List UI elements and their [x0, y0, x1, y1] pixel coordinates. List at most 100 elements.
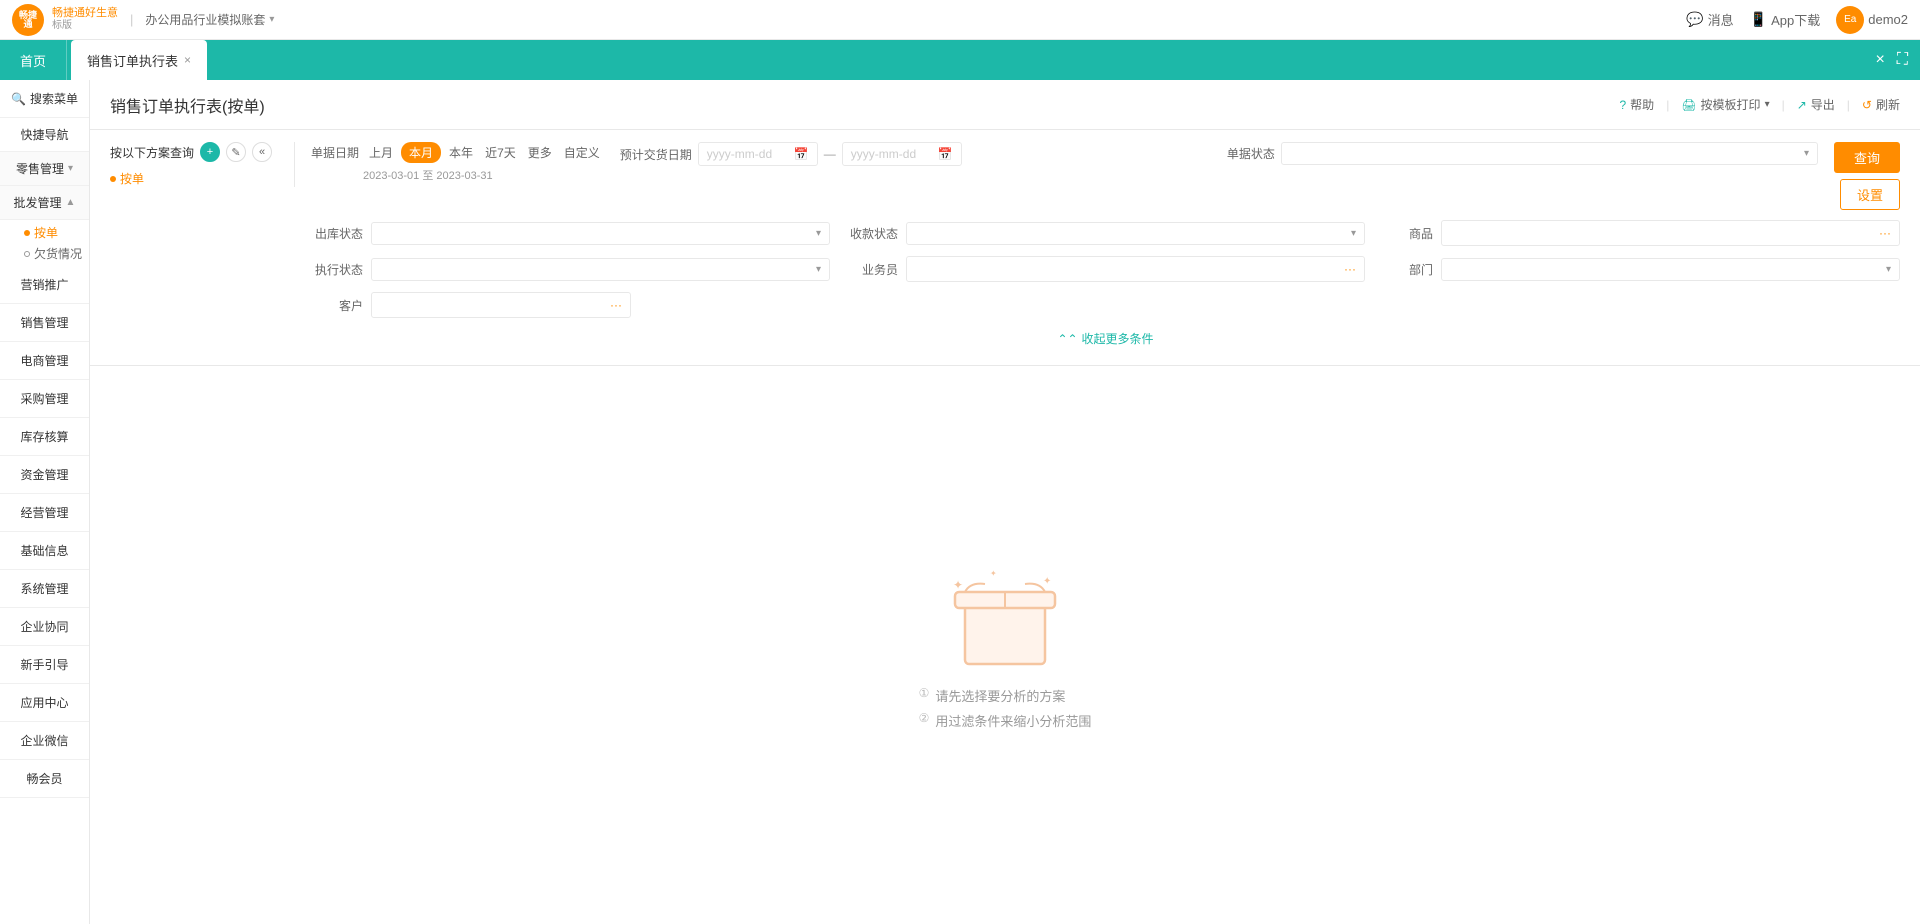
search-icon: 🔍: [11, 92, 26, 106]
print-icon: 🖨: [1681, 98, 1696, 112]
refresh-button[interactable]: ↺ 刷新: [1862, 96, 1900, 113]
hint1-num: ①: [919, 686, 930, 700]
sidebar-item-电商管理[interactable]: 电商管理: [0, 342, 89, 380]
scheme-header: 按以下方案查询 + ✎ «: [110, 142, 282, 162]
date-tab-本月[interactable]: 本月: [401, 142, 441, 163]
empty-hint-1: ① 请先选择要分析的方案: [919, 686, 1092, 705]
sidebar-item-基础信息[interactable]: 基础信息: [0, 532, 89, 570]
empty-illustration: ✦ ✦ ✦: [935, 554, 1075, 674]
receive-status-field: 收款状态 ▾: [846, 222, 1365, 245]
sidebar-item-采购管理[interactable]: 采购管理: [0, 380, 89, 418]
app-download-button[interactable]: 📱 App下载: [1750, 10, 1821, 29]
empty-state: ✦ ✦ ✦ ① 请先选择要分析的方案 ② 用过滤条件来缩小分析范围: [90, 366, 1920, 924]
expand-icon: ▲: [66, 197, 76, 208]
goods-input[interactable]: ···: [1441, 220, 1900, 246]
sidebar: 🔍 搜索菜单 快捷导航 零售管理 ▾ 批发管理 ▲ 按单 欠货情况 营: [0, 80, 90, 924]
help-icon: ?: [1619, 98, 1626, 112]
window-close-icon[interactable]: ×: [1875, 51, 1884, 69]
sidebar-retail-mgmt[interactable]: 零售管理 ▾: [0, 152, 89, 186]
date-filter-header: 单据日期 上月 本月 本年 近7天 更多 自定义: [311, 142, 604, 163]
top-bar-left: 畅捷通 畅捷通好生意 标版 | 办公用品行业模拟账套 ▾: [12, 4, 274, 36]
date-tab-上月[interactable]: 上月: [365, 142, 397, 163]
sidebar-item-经营管理[interactable]: 经营管理: [0, 494, 89, 532]
expected-date-end[interactable]: yyyy-mm-dd 📅: [842, 142, 962, 166]
dept-arrow-icon: ▾: [1886, 264, 1891, 275]
dept-select[interactable]: ▾: [1441, 258, 1900, 281]
edit-scheme-button[interactable]: ✎: [226, 142, 246, 162]
customer-field: 客户 ···: [311, 292, 631, 318]
collapse-button[interactable]: ⌃⌃ 收起更多条件: [1057, 330, 1153, 347]
sidebar-item-企业微信[interactable]: 企业微信: [0, 722, 89, 760]
sidebar-item-资金管理[interactable]: 资金管理: [0, 456, 89, 494]
out-status-select[interactable]: ▾: [371, 222, 830, 245]
query-button[interactable]: 查询: [1834, 142, 1900, 173]
goods-dots-icon: ···: [1879, 226, 1891, 240]
filter-row-2: 出库状态 ▾ 收款状态 ▾: [311, 220, 1900, 246]
sidebar-search[interactable]: 🔍 搜索菜单: [0, 80, 89, 118]
sidebar-item-畅会员[interactable]: 畅会员: [0, 760, 89, 798]
logo-text: 畅捷通好生意 标版: [52, 7, 118, 32]
out-status-field: 出库状态 ▾: [311, 222, 830, 245]
date-tab-自定义[interactable]: 自定义: [560, 142, 604, 163]
sidebar-item-系统管理[interactable]: 系统管理: [0, 570, 89, 608]
hint2-num: ②: [919, 711, 930, 725]
scheme-label: 按以下方案查询: [110, 144, 194, 161]
page-title: 销售订单执行表(按单): [110, 93, 265, 117]
export-button[interactable]: ↗ 导出: [1797, 96, 1835, 113]
window-maximize-icon[interactable]: ⛶: [1897, 51, 1908, 69]
receive-status-select[interactable]: ▾: [906, 222, 1365, 245]
bill-status-label: 单据状态: [1227, 145, 1275, 162]
empty-hints: ① 请先选择要分析的方案 ② 用过滤条件来缩小分析范围: [919, 686, 1092, 736]
user-menu[interactable]: Ea demo2: [1836, 6, 1908, 34]
svg-text:✦: ✦: [1043, 576, 1051, 587]
sidebar-item-应用中心[interactable]: 应用中心: [0, 684, 89, 722]
empty-svg-icon: ✦ ✦ ✦: [935, 554, 1075, 674]
sidebar-item-新手引导[interactable]: 新手引导: [0, 646, 89, 684]
date-tab-本年[interactable]: 本年: [445, 142, 477, 163]
sidebar-item-销售管理[interactable]: 销售管理: [0, 304, 89, 342]
exec-status-select[interactable]: ▾: [371, 258, 830, 281]
content-area: 销售订单执行表(按单) ? 帮助 | 🖨 按模板打印 ▾ | ↗ 导出 |: [90, 80, 1920, 924]
sidebar-quick-nav[interactable]: 快捷导航: [0, 118, 89, 152]
exec-status-label: 执行状态: [311, 261, 363, 278]
sidebar-subitem-按单[interactable]: 按单: [8, 224, 89, 241]
calendar-start-icon: 📅: [794, 147, 809, 161]
print-button[interactable]: 🖨 按模板打印 ▾: [1681, 96, 1769, 113]
top-nav[interactable]: 办公用品行业模拟账套 ▾: [145, 11, 274, 28]
bill-status-select[interactable]: ▾: [1281, 142, 1818, 165]
customer-input[interactable]: ···: [371, 292, 631, 318]
salesman-field: 业务员 ···: [846, 256, 1365, 282]
salesman-input[interactable]: ···: [906, 256, 1365, 282]
expected-date-group: 预计交货日期 yyyy-mm-dd 📅 — yyyy-mm-dd 📅: [620, 142, 1211, 166]
calendar-end-icon: 📅: [938, 147, 953, 161]
main-layout: 🔍 搜索菜单 快捷导航 零售管理 ▾ 批发管理 ▲ 按单 欠货情况 营: [0, 80, 1920, 924]
date-tab-近7天[interactable]: 近7天: [481, 142, 520, 163]
scheme-subitem-按单[interactable]: 按单: [110, 170, 282, 187]
add-scheme-button[interactable]: +: [200, 142, 220, 162]
tab-bar-right: × ⛶: [1875, 51, 1920, 69]
tab-bar: 首页 销售订单执行表 × × ⛶: [0, 40, 1920, 80]
top-nav-arrow-icon: ▾: [269, 14, 274, 25]
active-indicator-icon: [110, 176, 116, 182]
set-button[interactable]: 设置: [1840, 179, 1900, 210]
salesman-dots-icon: ···: [1344, 262, 1356, 276]
refresh-icon: ↺: [1862, 98, 1872, 112]
date-filter-group: 单据日期 上月 本月 本年 近7天 更多 自定义 2023: [311, 142, 604, 183]
tab-home[interactable]: 首页: [0, 40, 67, 80]
expected-date-label: 预计交货日期: [620, 146, 692, 163]
tab-active[interactable]: 销售订单执行表 ×: [71, 40, 207, 80]
sidebar-item-营销推广[interactable]: 营销推广: [0, 266, 89, 304]
message-button[interactable]: 💬 消息: [1686, 10, 1733, 29]
expected-date-start[interactable]: yyyy-mm-dd 📅: [698, 142, 818, 166]
customer-dots-icon: ···: [610, 298, 622, 312]
sidebar-subitem-欠货情况[interactable]: 欠货情况: [8, 245, 89, 262]
tab-close-icon[interactable]: ×: [184, 53, 191, 67]
sidebar-item-库存核算[interactable]: 库存核算: [0, 418, 89, 456]
collapse-scheme-button[interactable]: «: [252, 142, 272, 162]
sidebar-wholesale-mgmt[interactable]: 批发管理 ▲: [0, 186, 89, 220]
date-tab-更多[interactable]: 更多: [524, 142, 556, 163]
help-button[interactable]: ? 帮助: [1619, 96, 1654, 113]
sidebar-item-企业协同[interactable]: 企业协同: [0, 608, 89, 646]
collapse-up-icon: ⌃⌃: [1057, 332, 1077, 346]
scheme-panel: 按以下方案查询 + ✎ « 按单: [110, 142, 295, 187]
